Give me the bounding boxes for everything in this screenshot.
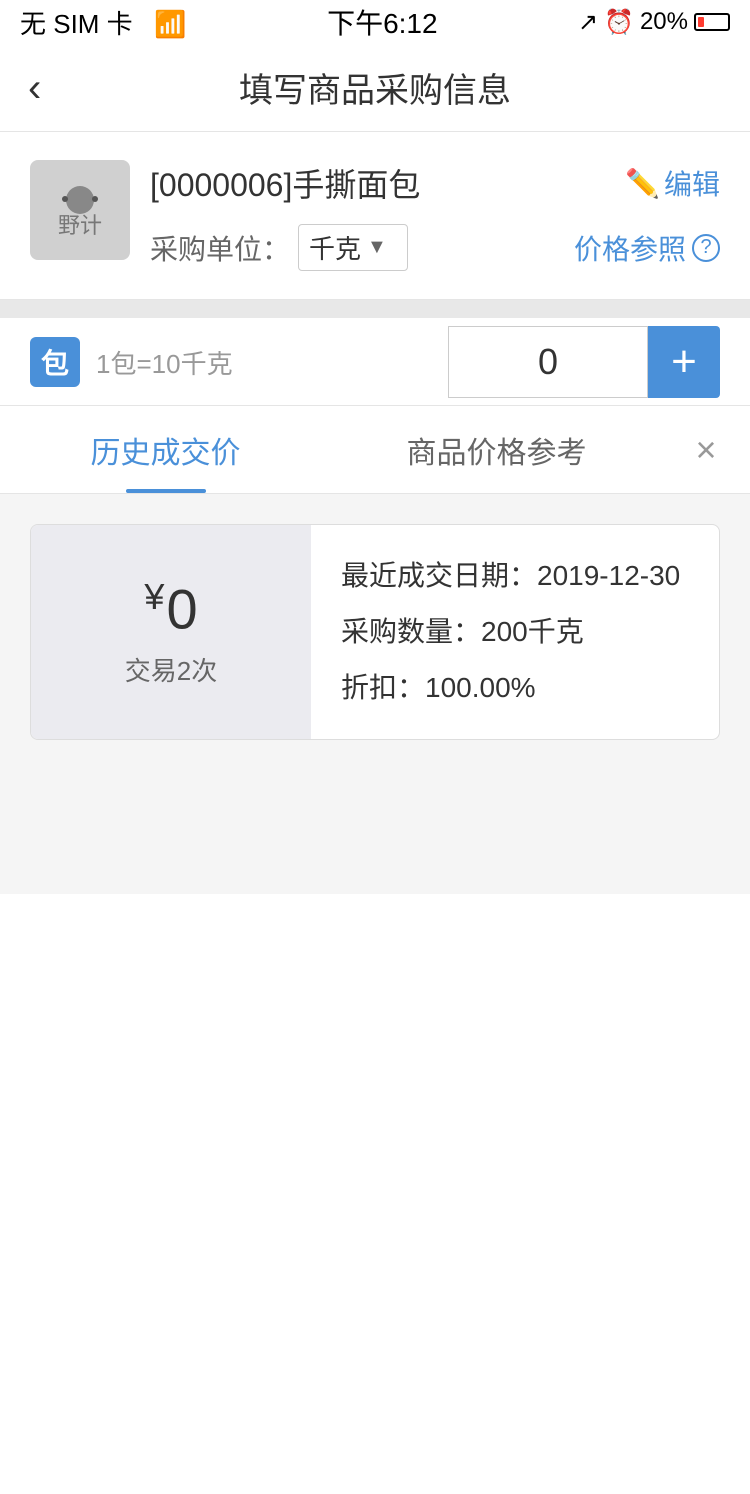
quantity-input[interactable] (448, 326, 648, 398)
status-bar: 无 SIM 卡 📶 下午6:12 ↗ ⏰ 20% (0, 0, 750, 44)
tab-active-underline (126, 489, 206, 493)
quantity-unit-icon-label: 包 (41, 342, 69, 382)
page-title: 填写商品采购信息 (239, 63, 511, 112)
status-sim-wifi: 无 SIM 卡 📶 (20, 4, 187, 41)
recent-date-value: 2019-12-30 (537, 560, 680, 591)
svg-text:野计: 野计 (58, 213, 102, 238)
product-unit-row: 采购单位： 千克 ▼ 价格参照 ? (150, 224, 720, 271)
unit-select[interactable]: 千克 ▼ (298, 224, 408, 271)
close-icon: × (695, 429, 716, 471)
navigation-icon: ↗ (578, 8, 598, 37)
quantity-input-group: + (448, 326, 720, 398)
product-card: 野计 [0000006]手撕面包 ✏️ 编辑 采购单位： 千克 ▼ 价格参照 (0, 132, 750, 300)
product-full-name: [0000006]手撕面包 (150, 160, 420, 206)
nav-bar: ‹ 填写商品采购信息 (0, 44, 750, 132)
price-ref-button[interactable]: 价格参照 ? (574, 228, 720, 268)
product-info: [0000006]手撕面包 ✏️ 编辑 采购单位： 千克 ▼ 价格参照 ? (150, 160, 720, 271)
history-card: ¥0 交易2次 最近成交日期：2019-12-30 采购数量：200千克 折扣：… (30, 524, 720, 740)
product-header: [0000006]手撕面包 ✏️ 编辑 (150, 160, 720, 206)
history-card-left: ¥0 交易2次 (31, 525, 311, 739)
quantity-plus-button[interactable]: + (648, 326, 720, 398)
quantity-unit-hint: 1包=10千克 (96, 344, 233, 381)
price-ref-label: 价格参照 (574, 228, 686, 268)
edit-icon: ✏️ (625, 167, 660, 200)
recent-date-row: 最近成交日期：2019-12-30 (341, 555, 689, 597)
battery-icon (694, 13, 730, 31)
price-value: 0 (166, 577, 197, 640)
product-image-placeholder: 野计 (40, 170, 120, 250)
quantity-label-group: 包 1包=10千克 (30, 337, 233, 387)
unit-select-arrow: ▼ (367, 236, 387, 259)
alarm-icon: ⏰ (604, 8, 634, 37)
history-card-right: 最近成交日期：2019-12-30 采购数量：200千克 折扣：100.00% (311, 525, 719, 739)
tab-price-reference[interactable]: 商品价格参考 (331, 406, 662, 493)
purchase-quantity-row: 采购数量：200千克 (341, 611, 689, 653)
status-right-group: ↗ ⏰ 20% (578, 8, 730, 37)
tab-close-button[interactable]: × (662, 429, 750, 471)
back-button[interactable]: ‹ (28, 68, 41, 108)
edit-button[interactable]: ✏️ 编辑 (625, 163, 720, 203)
unit-value: 千克 (309, 229, 361, 266)
quantity-unit-icon: 包 (30, 337, 80, 387)
unit-label-text: 采购单位： (150, 228, 290, 268)
tab-price-ref-label: 商品价格参考 (407, 428, 587, 472)
gray-divider (0, 300, 750, 318)
purchase-quantity-value: 200千克 (481, 616, 584, 647)
unit-label-group: 采购单位： 千克 ▼ (150, 224, 408, 271)
discount-row: 折扣：100.00% (341, 667, 689, 709)
discount-label: 折扣： (341, 672, 425, 703)
battery-percentage: 20% (640, 8, 688, 36)
discount-value: 100.00% (425, 672, 536, 703)
product-image: 野计 (30, 160, 130, 260)
history-price-display: ¥0 (144, 576, 197, 642)
quantity-row: 包 1包=10千克 + (0, 318, 750, 406)
tabs-bar: 历史成交价 商品价格参考 × (0, 406, 750, 494)
sim-text: 无 SIM 卡 (20, 9, 133, 39)
edit-label: 编辑 (664, 163, 720, 203)
status-time: 下午6:12 (327, 2, 438, 42)
currency-symbol: ¥ (144, 576, 164, 617)
purchase-quantity-label: 采购数量： (341, 616, 481, 647)
history-content: ¥0 交易2次 最近成交日期：2019-12-30 采购数量：200千克 折扣：… (0, 494, 750, 894)
tab-history-price[interactable]: 历史成交价 (0, 406, 331, 493)
tab-history-label: 历史成交价 (91, 428, 241, 472)
wifi-icon: 📶 (154, 9, 186, 39)
price-ref-hint-icon: ? (692, 234, 720, 262)
bottom-space (0, 894, 750, 1494)
recent-date-label: 最近成交日期： (341, 560, 537, 591)
history-trades-count: 交易2次 (125, 651, 217, 688)
